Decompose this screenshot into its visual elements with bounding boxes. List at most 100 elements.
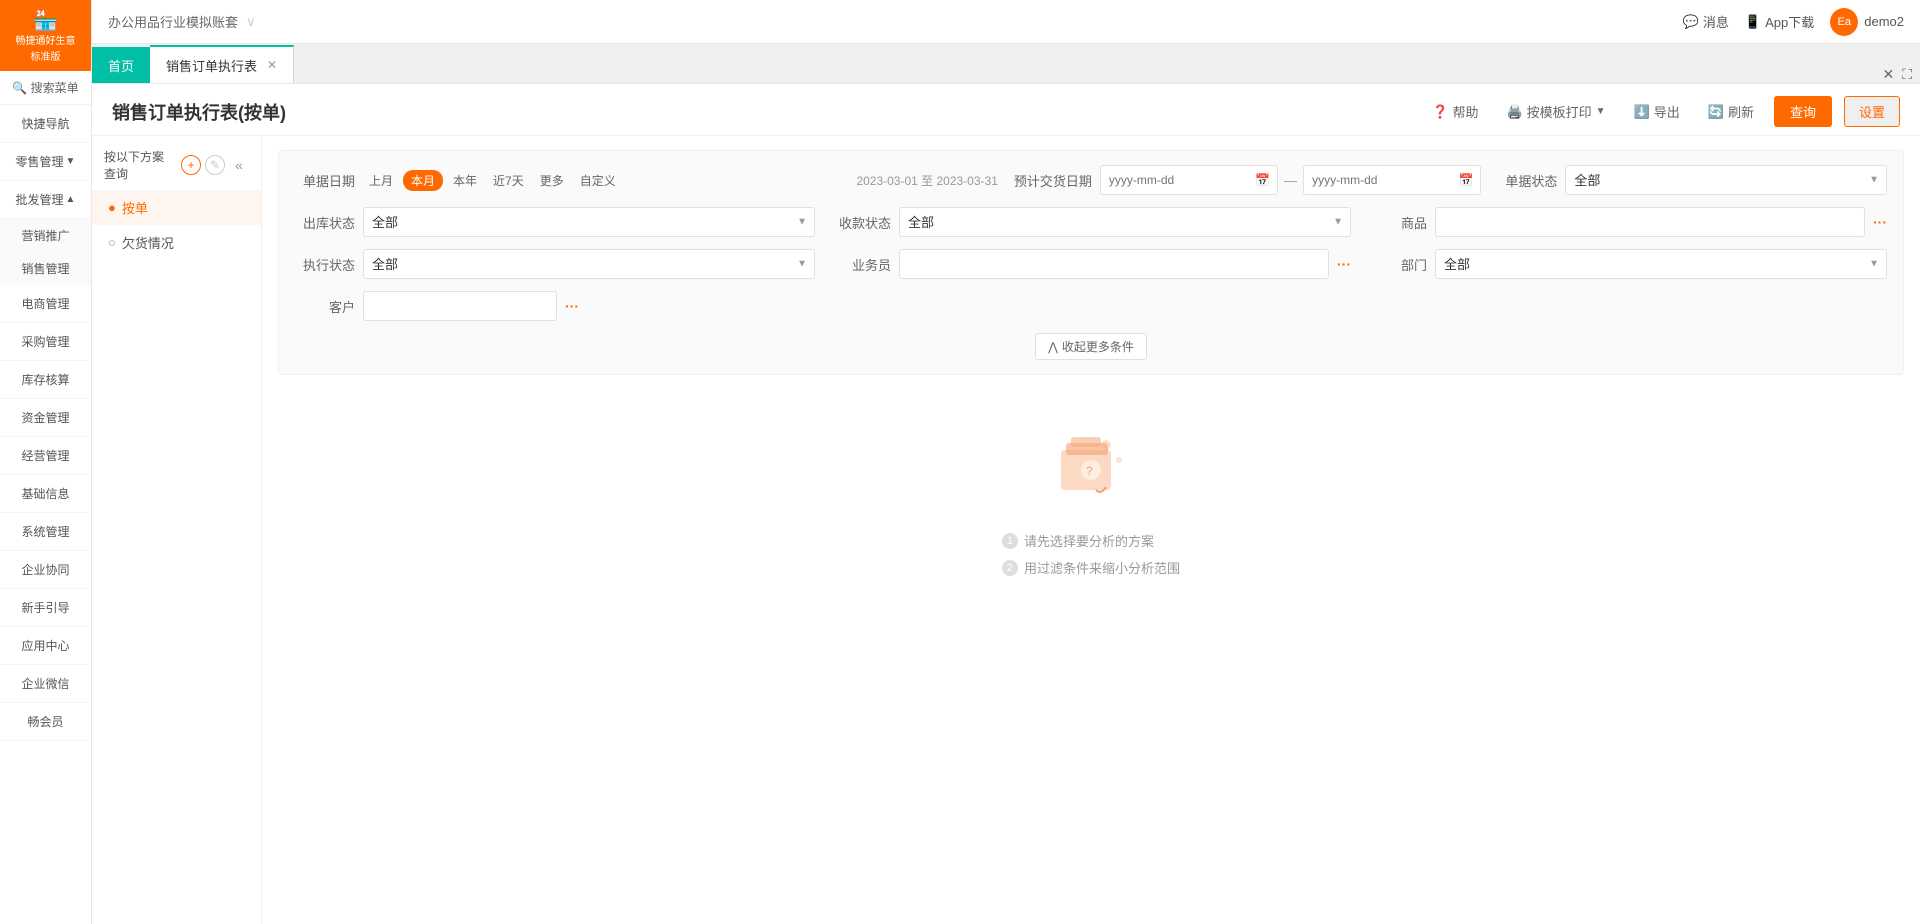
sidebar-logo: 🏪 畅捷通好生意 标准版: [0, 0, 91, 71]
sidebar-item-basics[interactable]: 基础信息: [0, 475, 91, 513]
sidebar-item-label: 经营管理: [21, 449, 69, 463]
sidebar-item-inventory[interactable]: 库存核算: [0, 361, 91, 399]
status-label: 单据状态: [1497, 171, 1557, 190]
print-button[interactable]: 🖨️ 按模板打印 ▼: [1498, 98, 1613, 125]
query-button[interactable]: 查询: [1774, 96, 1832, 127]
customer-more-icon[interactable]: ···: [565, 298, 579, 314]
goods-more-icon[interactable]: ···: [1873, 214, 1887, 230]
collapse-button[interactable]: ⋀ 收起更多条件: [1035, 333, 1147, 360]
breadcrumb-arrow[interactable]: ∨: [246, 14, 256, 30]
sidebar-item-guide[interactable]: 新手引导: [0, 589, 91, 627]
salesperson-more-icon[interactable]: ···: [1337, 256, 1351, 272]
sidebar-item-retail[interactable]: 零售管理 ▼: [0, 143, 91, 181]
panel-item-label: 欠货情况: [122, 233, 174, 252]
forecast-date-end-input[interactable]: [1303, 165, 1481, 195]
tab-sales-order[interactable]: 销售订单执行表 ✕: [150, 45, 294, 83]
status-select[interactable]: 全部 未审核 已审核: [1565, 165, 1887, 195]
receipt-field: 收款状态 全部 未收款 已收款 部分收款 ▼: [831, 207, 1351, 237]
customer-input[interactable]: [363, 291, 557, 321]
sidebar-search[interactable]: 🔍 搜索菜单: [0, 71, 91, 105]
forecast-date-start-input[interactable]: [1100, 165, 1278, 195]
topbar: 办公用品行业模拟账套 ∨ 💬 消息 📱 App下载 Ea demo2: [92, 0, 1920, 44]
panel-edit-icon[interactable]: ✎: [205, 155, 225, 175]
forecast-date-field: 预计交货日期 📅 — 📅: [1014, 165, 1482, 195]
sidebar-item-label: 营销推广: [21, 229, 69, 243]
date-btn-this-year[interactable]: 本年: [447, 170, 483, 191]
panel-item-order[interactable]: ● 按单: [92, 190, 261, 225]
avatar-initials: Ea: [1838, 16, 1851, 28]
export-button[interactable]: ⬇️ 导出: [1626, 98, 1688, 125]
sidebar-item-member[interactable]: 畅会员: [0, 703, 91, 741]
tip-text-1: 请先选择要分析的方案: [1024, 531, 1154, 550]
message-button[interactable]: 💬 消息: [1683, 12, 1729, 31]
date-field: 单据日期 上月 本月 本年 近7天 更多 自定义: [295, 170, 840, 191]
date-btn-custom[interactable]: 自定义: [574, 170, 622, 191]
edit-icon: ✎: [210, 158, 220, 172]
panel-actions: + ✎ «: [181, 155, 249, 175]
close-window-icon[interactable]: ✕: [1882, 66, 1894, 83]
delivery-select[interactable]: 全部 未出库 已出库 部分出库: [363, 207, 815, 237]
dept-label: 部门: [1367, 255, 1427, 274]
date-btn-7days[interactable]: 近7天: [487, 170, 530, 191]
sidebar-item-marketing[interactable]: 营销推广: [0, 219, 91, 252]
status-select-wrap: 全部 未审核 已审核 ▼: [1565, 165, 1887, 195]
date-label: 单据日期: [295, 171, 355, 190]
chevron-up-icon: ▲: [66, 194, 76, 205]
sidebar-item-label: 新手引导: [21, 601, 69, 615]
refresh-label: 刷新: [1728, 102, 1754, 121]
date-range-display: 2023-03-01 至 2023-03-31: [856, 172, 997, 189]
help-button[interactable]: ❓ 帮助: [1424, 98, 1486, 125]
logo-icon: 🏪: [33, 8, 58, 33]
exec-select[interactable]: 全部 未执行 已执行 部分执行: [363, 249, 815, 279]
add-icon: +: [187, 158, 194, 172]
sidebar-item-enterprise[interactable]: 企业协同: [0, 551, 91, 589]
date-btn-this-month[interactable]: 本月: [403, 170, 443, 191]
page-title: 销售订单执行表(按单): [112, 99, 286, 125]
date-btn-last-month[interactable]: 上月: [363, 170, 399, 191]
salesperson-field: 业务员 ···: [831, 249, 1351, 279]
tab-close-icon[interactable]: ✕: [267, 58, 277, 72]
user-menu-button[interactable]: Ea demo2: [1830, 8, 1904, 36]
app-download-button[interactable]: 📱 App下载: [1745, 12, 1814, 31]
sidebar-item-label: 电商管理: [21, 297, 69, 311]
page-actions: ❓ 帮助 🖨️ 按模板打印 ▼ ⬇️ 导出 🔄 刷新 查询: [1424, 96, 1900, 127]
tabbar-right: ✕ ⛶: [1882, 66, 1920, 83]
empty-state: ? 1 请先选择要分析的方案 2 用过滤条件来缩小分析范围: [278, 375, 1904, 617]
panel-add-icon[interactable]: +: [181, 155, 201, 175]
sidebar-item-quick-nav[interactable]: 快捷导航: [0, 105, 91, 143]
tabbar: 首页 销售订单执行表 ✕ ✕ ⛶: [92, 44, 1920, 84]
fullscreen-icon[interactable]: ⛶: [1902, 66, 1912, 83]
dept-select[interactable]: 全部: [1435, 249, 1887, 279]
sidebar-item-wholesale[interactable]: 批发管理 ▲: [0, 181, 91, 219]
date-separator: —: [1284, 173, 1297, 188]
empty-state-tips: 1 请先选择要分析的方案 2 用过滤条件来缩小分析范围: [1002, 531, 1180, 577]
collapse-arrow-icon: ⋀: [1048, 340, 1058, 354]
topbar-right: 💬 消息 📱 App下载 Ea demo2: [1683, 8, 1904, 36]
sidebar-item-wechat[interactable]: 企业微信: [0, 665, 91, 703]
settings-button[interactable]: 设置: [1844, 96, 1900, 127]
goods-input[interactable]: [1435, 207, 1865, 237]
sidebar-item-appstore[interactable]: 应用中心: [0, 627, 91, 665]
sidebar-item-purchase[interactable]: 采购管理: [0, 323, 91, 361]
date-btn-more[interactable]: 更多: [534, 170, 570, 191]
download-icon: 📱: [1745, 14, 1761, 30]
panel-item-label: 按单: [122, 198, 148, 217]
settings-label: 设置: [1859, 102, 1885, 121]
sidebar-item-ecommerce[interactable]: 电商管理: [0, 285, 91, 323]
sidebar-item-system[interactable]: 系统管理: [0, 513, 91, 551]
sidebar-item-operations[interactable]: 经营管理: [0, 437, 91, 475]
sidebar-item-sales[interactable]: 销售管理: [0, 252, 91, 285]
panel-item-debt[interactable]: ○ 欠货情况: [92, 225, 261, 260]
refresh-button[interactable]: 🔄 刷新: [1700, 98, 1762, 125]
receipt-select[interactable]: 全部 未收款 已收款 部分收款: [899, 207, 1351, 237]
sidebar-item-finance[interactable]: 资金管理: [0, 399, 91, 437]
tab-home[interactable]: 首页: [92, 47, 150, 83]
breadcrumb-text: 办公用品行业模拟账套: [108, 12, 238, 31]
salesperson-input[interactable]: [899, 249, 1329, 279]
status-field: 单据状态 全部 未审核 已审核 ▼: [1497, 165, 1887, 195]
dept-select-wrap: 全部 ▼: [1435, 249, 1887, 279]
filter-row-1: 单据日期 上月 本月 本年 近7天 更多 自定义 2023-03-01 至 20…: [295, 165, 1887, 195]
collapse-row: ⋀ 收起更多条件: [295, 333, 1887, 360]
panel-collapse-icon[interactable]: «: [229, 155, 249, 175]
panel-header-label: 按以下方案查询: [104, 148, 175, 182]
